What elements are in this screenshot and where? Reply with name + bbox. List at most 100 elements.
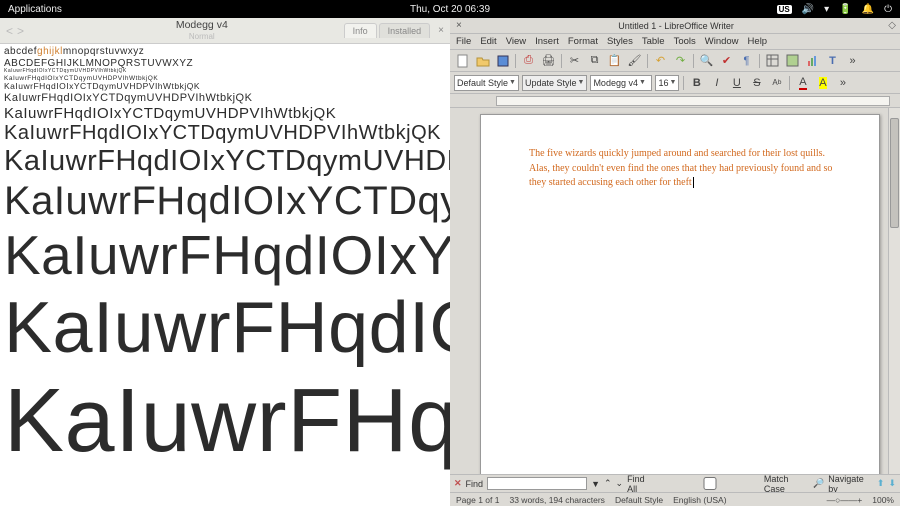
zoom-slider[interactable]: —○——+ <box>827 495 863 505</box>
save-icon[interactable] <box>494 52 511 69</box>
tab-info[interactable]: Info <box>344 23 377 38</box>
superscript-button[interactable]: Ab <box>768 74 785 91</box>
nonprinting-icon[interactable]: ¶ <box>738 52 755 69</box>
window-titlebar: × Untitled 1 - LibreOffice Writer ◇ <box>450 18 900 34</box>
page-style[interactable]: Default Style <box>615 495 663 505</box>
system-tray: US 🔊 ▾ 🔋 🔔 ⏻ <box>777 4 892 15</box>
text-cursor <box>693 177 694 188</box>
font-name-select[interactable]: Modegg v4▼ <box>590 75 652 91</box>
overflow-icon[interactable]: » <box>834 74 851 91</box>
spellcheck-icon[interactable]: ✔ <box>718 52 735 69</box>
sample-line: KaIuwrFHqdIOIxYCTDqymUVHDPVIhWtbkjQK <box>4 224 446 287</box>
sample-lowercase: abcdefghijklmnopqrstuvwxyz <box>4 46 446 58</box>
sample-line: KaIuwrFHqdIOIxYCTDqymUVHDPVIhWtbkjQK <box>4 370 446 474</box>
menu-tools[interactable]: Tools <box>674 36 696 47</box>
sample-line: KaIuwrFHqdIOIxYCTDqymUVHDPVIhWtbkjQK <box>4 92 446 105</box>
cut-icon[interactable]: ✂ <box>566 52 583 69</box>
font-subtitle: Normal <box>60 31 344 42</box>
menu-styles[interactable]: Styles <box>607 36 633 47</box>
maximize-button[interactable]: ◇ <box>884 20 900 31</box>
find-next-button[interactable]: ⌄ <box>616 478 624 489</box>
scrollbar-thumb[interactable] <box>890 118 899 228</box>
statusbar: Page 1 of 1 33 words, 194 characters Def… <box>450 492 900 506</box>
paragraph-style-select[interactable]: Default Style▼ <box>454 75 519 91</box>
page-count[interactable]: Page 1 of 1 <box>456 495 499 505</box>
menu-insert[interactable]: Insert <box>535 36 559 47</box>
forward-button[interactable]: > <box>17 24 24 38</box>
redo-icon[interactable]: ↷ <box>672 52 689 69</box>
power-icon[interactable]: ⏻ <box>884 4 892 15</box>
battery-icon[interactable]: 🔋 <box>839 4 851 15</box>
match-case-label: Match Case <box>764 474 809 494</box>
copy-icon[interactable]: ⧉ <box>586 52 603 69</box>
find-label: Find <box>466 479 484 489</box>
toolbar-standard: ⎙ 🖨 ✂ ⧉ 📋 🖌 ↶ ↷ 🔍 ✔ ¶ T » <box>450 50 900 72</box>
menu-view[interactable]: View <box>506 36 526 47</box>
activities-button[interactable]: Applications <box>8 4 62 15</box>
undo-icon[interactable]: ↶ <box>652 52 669 69</box>
overflow-icon[interactable]: » <box>844 52 861 69</box>
menu-table[interactable]: Table <box>642 36 665 47</box>
find-icon[interactable]: 🔍 <box>698 52 715 69</box>
sample-line: KaIuwrFHqdIOIxYCTDqymUVHDPVIhWtbkjQK <box>4 145 446 178</box>
find-dropdown-icon[interactable]: ▼ <box>591 479 600 489</box>
sample-line: KaIuwrFHqdIOIxYCTDqymUVHDPVIhWtbkjQK <box>4 82 446 92</box>
menubar: File Edit View Insert Format Styles Tabl… <box>450 34 900 50</box>
new-icon[interactable] <box>454 52 471 69</box>
notification-icon[interactable]: 🔔 <box>862 4 874 15</box>
strike-button[interactable]: S <box>748 74 765 91</box>
menu-format[interactable]: Format <box>568 36 598 47</box>
keyboard-indicator[interactable]: US <box>777 5 792 14</box>
bold-button[interactable]: B <box>688 74 705 91</box>
textbox-icon[interactable]: T <box>824 52 841 69</box>
open-icon[interactable] <box>474 52 491 69</box>
match-case-checkbox[interactable] <box>663 477 757 490</box>
menu-window[interactable]: Window <box>705 36 739 47</box>
table-icon[interactable] <box>764 52 781 69</box>
nav-next-icon[interactable]: ⬇ <box>888 478 896 489</box>
nav-prev-icon[interactable]: ⬆ <box>877 478 885 489</box>
back-button[interactable]: < <box>6 24 13 38</box>
network-icon[interactable]: ▾ <box>824 4 829 15</box>
zoom-value[interactable]: 100% <box>872 495 894 505</box>
volume-icon[interactable]: 🔊 <box>802 4 814 15</box>
tab-installed[interactable]: Installed <box>379 23 431 38</box>
menu-edit[interactable]: Edit <box>480 36 496 47</box>
font-color-button[interactable]: A <box>794 74 811 91</box>
document-text[interactable]: The five wizards quickly jumped around a… <box>481 115 879 191</box>
ruler[interactable] <box>450 94 900 108</box>
highlight-button[interactable]: A <box>814 74 831 91</box>
chart-icon[interactable] <box>804 52 821 69</box>
pdf-icon[interactable]: ⎙ <box>520 52 537 69</box>
menu-file[interactable]: File <box>456 36 471 47</box>
vertical-scrollbar[interactable] <box>888 108 900 478</box>
sample-line: KaIuwrFHqdIOIxYCTDqymUVHDPVIhWtbkjQK <box>4 178 446 224</box>
find-all-button[interactable]: Find All <box>627 474 655 494</box>
sample-line: KaIuwrFHqdIOIxYCTDqymUVHDPVIhWtbkjQK <box>4 105 446 122</box>
font-viewer-header: < > Modegg v4 Normal Info Installed × <box>0 18 450 44</box>
close-button[interactable]: × <box>450 20 468 31</box>
underline-button[interactable]: U <box>728 74 745 91</box>
print-icon[interactable]: 🖨 <box>540 52 557 69</box>
libreoffice-window: × Untitled 1 - LibreOffice Writer ◇ File… <box>450 18 900 506</box>
navigator-icon[interactable]: 🔎 <box>813 478 824 489</box>
format-paintbrush-icon[interactable]: 🖌 <box>626 52 643 69</box>
find-input[interactable] <box>487 477 587 490</box>
sample-line: KaIuwrFHqdIOIxYCTDqymUVHDPVIhWtbkjQK <box>4 122 446 145</box>
word-count[interactable]: 33 words, 194 characters <box>509 495 604 505</box>
menu-help[interactable]: Help <box>748 36 768 47</box>
font-size-select[interactable]: 16▼ <box>655 75 679 91</box>
find-prev-button[interactable]: ⌃ <box>604 478 612 489</box>
close-find-button[interactable]: ✕ <box>454 478 462 489</box>
close-button[interactable]: × <box>432 25 450 36</box>
find-toolbar: ✕ Find ▼ ⌃ ⌄ Find All Match Case 🔎 Navig… <box>450 474 900 492</box>
clock[interactable]: Thu, Oct 20 06:39 <box>410 4 490 15</box>
font-preview-body: abcdefghijklmnopqrstuvwxyz ABCDEFGHIJKLM… <box>0 44 450 506</box>
document-page[interactable]: The five wizards quickly jumped around a… <box>480 114 880 492</box>
update-style-button[interactable]: Update Style▼ <box>522 75 587 91</box>
image-icon[interactable] <box>784 52 801 69</box>
toolbar-formatting: Default Style▼ Update Style▼ Modegg v4▼ … <box>450 72 900 94</box>
language[interactable]: English (USA) <box>673 495 726 505</box>
paste-icon[interactable]: 📋 <box>606 52 623 69</box>
italic-button[interactable]: I <box>708 74 725 91</box>
